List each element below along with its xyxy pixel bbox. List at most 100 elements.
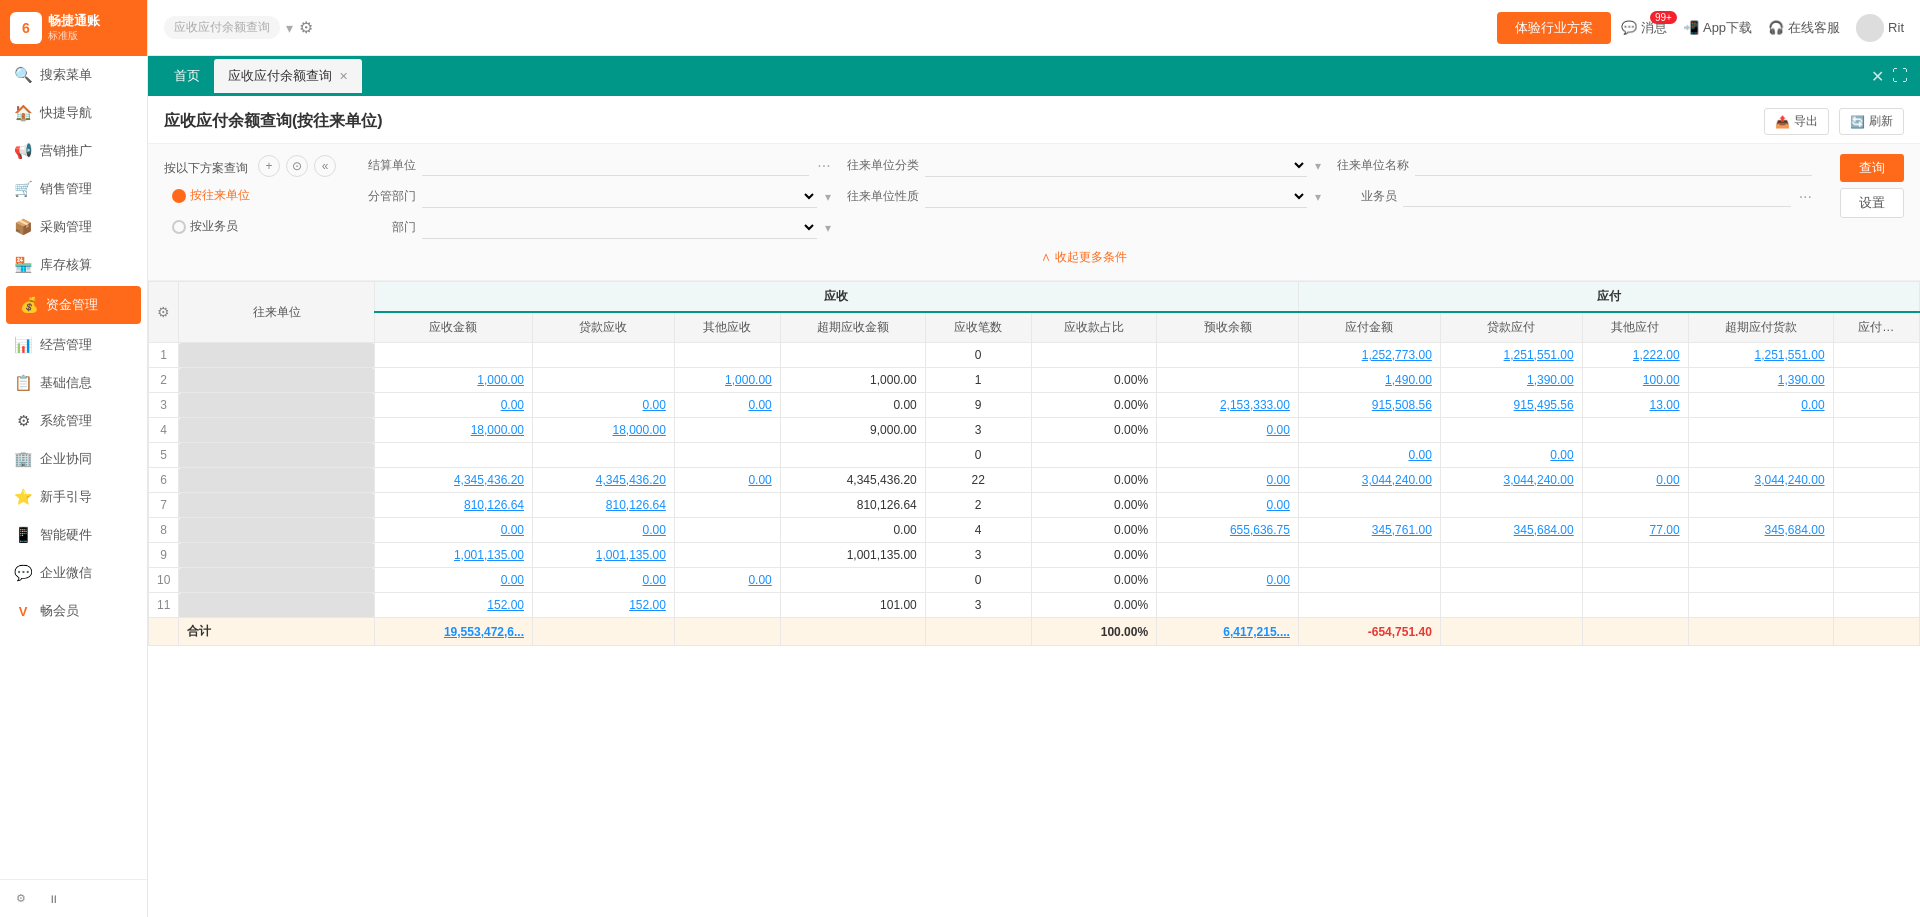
solution-btn[interactable]: 体验行业方案 <box>1497 12 1611 44</box>
sidebar-item-quick-nav[interactable]: 🏠 快捷导航 <box>0 94 147 132</box>
salesman-dots[interactable]: ··· <box>1799 188 1812 206</box>
table-cell[interactable]: 1,490.00 <box>1298 368 1440 393</box>
table-cell[interactable]: 1,222.00 <box>1582 343 1688 368</box>
table-cell[interactable]: 1,001,135.00 <box>374 543 532 568</box>
settlement-unit-input[interactable] <box>422 155 809 176</box>
message-btn[interactable]: 💬 消息 99+ <box>1621 19 1667 37</box>
table-cell[interactable]: 0.00 <box>374 393 532 418</box>
table-cell[interactable]: 0.00 <box>1440 443 1582 468</box>
table-settings-icon[interactable]: ⚙ <box>157 304 170 320</box>
topbar-gear-icon[interactable]: ⚙ <box>299 18 313 37</box>
sidebar-item-smart-hw[interactable]: 📱 智能硬件 <box>0 516 147 554</box>
table-cell[interactable]: 1,390.00 <box>1688 368 1833 393</box>
table-cell[interactable]: 810,126.64 <box>374 493 532 518</box>
table-cell[interactable]: 0.00 <box>1298 443 1440 468</box>
table-cell[interactable]: 0.00 <box>674 568 780 593</box>
table-cell[interactable]: 0.00 <box>533 393 675 418</box>
table-cell[interactable]: 345,761.00 <box>1298 518 1440 543</box>
table-cell[interactable]: 4,345,436.20 <box>533 468 675 493</box>
sidebar-item-operation[interactable]: 📊 经营管理 <box>0 326 147 364</box>
partner-nature-select[interactable] <box>925 185 1308 208</box>
user-avatar-btn[interactable]: Rit <box>1856 14 1904 42</box>
division-select[interactable] <box>422 185 817 208</box>
table-cell[interactable]: 0.00 <box>1582 468 1688 493</box>
table-cell[interactable]: 345,684.00 <box>1440 518 1582 543</box>
table-cell[interactable]: 77.00 <box>1582 518 1688 543</box>
table-cell[interactable]: 1,251,551.00 <box>1440 343 1582 368</box>
table-cell[interactable]: 1,001,135.00 <box>533 543 675 568</box>
topbar-actions: 💬 消息 99+ 📲 App下载 🎧 在线客服 Rit <box>1621 14 1904 42</box>
app-download-btn[interactable]: 📲 App下载 <box>1683 19 1752 37</box>
table-cell[interactable]: 0.00 <box>533 568 675 593</box>
table-cell[interactable]: 0.00 <box>674 468 780 493</box>
sidebar-item-wechat[interactable]: 💬 企业微信 <box>0 554 147 592</box>
refresh-btn[interactable]: 🔄 刷新 <box>1839 108 1904 135</box>
partner-name-input[interactable] <box>1415 155 1812 176</box>
table-cell[interactable]: 2,153,333.00 <box>1157 393 1299 418</box>
settings-btn[interactable]: 设置 <box>1840 188 1904 218</box>
sidebar-settings-btn[interactable]: ⚙ <box>8 888 34 909</box>
edit-scheme-btn[interactable]: ⊙ <box>286 155 308 177</box>
online-service-btn[interactable]: 🎧 在线客服 <box>1768 19 1840 37</box>
table-cell[interactable]: 3,044,240.00 <box>1688 468 1833 493</box>
table-cell[interactable]: 0.00 <box>533 518 675 543</box>
sidebar-item-member[interactable]: V 畅会员 <box>0 592 147 630</box>
table-cell[interactable]: 810,126.64 <box>533 493 675 518</box>
table-cell[interactable]: 1,252,773.00 <box>1298 343 1440 368</box>
settlement-unit-dots[interactable]: ··· <box>817 157 830 175</box>
sidebar-item-enterprise[interactable]: 🏢 企业协同 <box>0 440 147 478</box>
tab-home[interactable]: 首页 <box>160 59 214 93</box>
sidebar-item-system[interactable]: ⚙ 系统管理 <box>0 402 147 440</box>
partner-category-select[interactable] <box>925 154 1308 177</box>
table-cell[interactable]: 0.00 <box>374 518 532 543</box>
sidebar-item-basic-info[interactable]: 📋 基础信息 <box>0 364 147 402</box>
table-cell[interactable]: 915,495.56 <box>1440 393 1582 418</box>
sidebar-item-marketing[interactable]: 📢 营销推广 <box>0 132 147 170</box>
table-cell[interactable]: 915,508.56 <box>1298 393 1440 418</box>
table-cell[interactable]: 4,345,436.20 <box>374 468 532 493</box>
department-select[interactable] <box>422 216 817 239</box>
scheme-by-salesman[interactable]: 按业务员 <box>164 214 344 239</box>
table-cell[interactable]: 0.00 <box>674 393 780 418</box>
table-cell[interactable]: 1,000.00 <box>374 368 532 393</box>
add-scheme-btn[interactable]: + <box>258 155 280 177</box>
table-cell[interactable]: 1,000.00 <box>674 368 780 393</box>
table-cell[interactable]: 13.00 <box>1582 393 1688 418</box>
sidebar-item-purchase[interactable]: 📦 采购管理 <box>0 208 147 246</box>
table-cell[interactable]: 0.00 <box>1157 568 1299 593</box>
table-cell[interactable]: 152.00 <box>374 593 532 618</box>
query-btn[interactable]: 查询 <box>1840 154 1904 182</box>
sidebar-collapse-btn[interactable]: ⏸ <box>40 889 67 909</box>
sidebar-item-inventory[interactable]: 🏪 库存核算 <box>0 246 147 284</box>
table-cell[interactable]: 3,044,240.00 <box>1440 468 1582 493</box>
table-cell[interactable]: 1,390.00 <box>1440 368 1582 393</box>
table-cell[interactable]: 18,000.00 <box>533 418 675 443</box>
tab-receivable[interactable]: 应收应付余额查询 ✕ <box>214 59 362 93</box>
table-cell[interactable]: 0.00 <box>1157 493 1299 518</box>
table-cell[interactable]: 655,636.75 <box>1157 518 1299 543</box>
table-cell[interactable]: 0.00 <box>1157 468 1299 493</box>
table-cell[interactable]: 345,684.00 <box>1688 518 1833 543</box>
export-btn[interactable]: 📤 导出 <box>1764 108 1829 135</box>
table-cell[interactable]: 0.00 <box>1157 418 1299 443</box>
collapse-scheme-btn[interactable]: « <box>314 155 336 177</box>
breadcrumb-arrow[interactable]: ▾ <box>286 20 293 36</box>
table-settings-header[interactable]: ⚙ <box>149 282 179 343</box>
collapse-bar[interactable]: ∧ 收起更多条件 <box>356 245 1812 270</box>
salesman-input[interactable] <box>1403 186 1790 207</box>
tab-close-btn[interactable]: ✕ <box>339 70 348 83</box>
sidebar-item-sales[interactable]: 🛒 销售管理 <box>0 170 147 208</box>
table-cell[interactable]: 18,000.00 <box>374 418 532 443</box>
sidebar-item-beginner[interactable]: ⭐ 新手引导 <box>0 478 147 516</box>
table-cell[interactable]: 3,044,240.00 <box>1298 468 1440 493</box>
tab-close-window-btn[interactable]: ✕ <box>1871 67 1884 86</box>
table-cell[interactable]: 0.00 <box>1688 393 1833 418</box>
table-cell[interactable]: 100.00 <box>1582 368 1688 393</box>
scheme-by-partner[interactable]: 按往来单位 <box>164 183 344 208</box>
table-cell[interactable]: 0.00 <box>374 568 532 593</box>
sidebar-item-capital[interactable]: 💰 资金管理 <box>6 286 141 324</box>
table-cell[interactable]: 152.00 <box>533 593 675 618</box>
table-cell[interactable]: 1,251,551.00 <box>1688 343 1833 368</box>
tab-fullscreen-btn[interactable]: ⛶ <box>1892 67 1908 86</box>
sidebar-item-search-menu[interactable]: 🔍 搜索菜单 <box>0 56 147 94</box>
